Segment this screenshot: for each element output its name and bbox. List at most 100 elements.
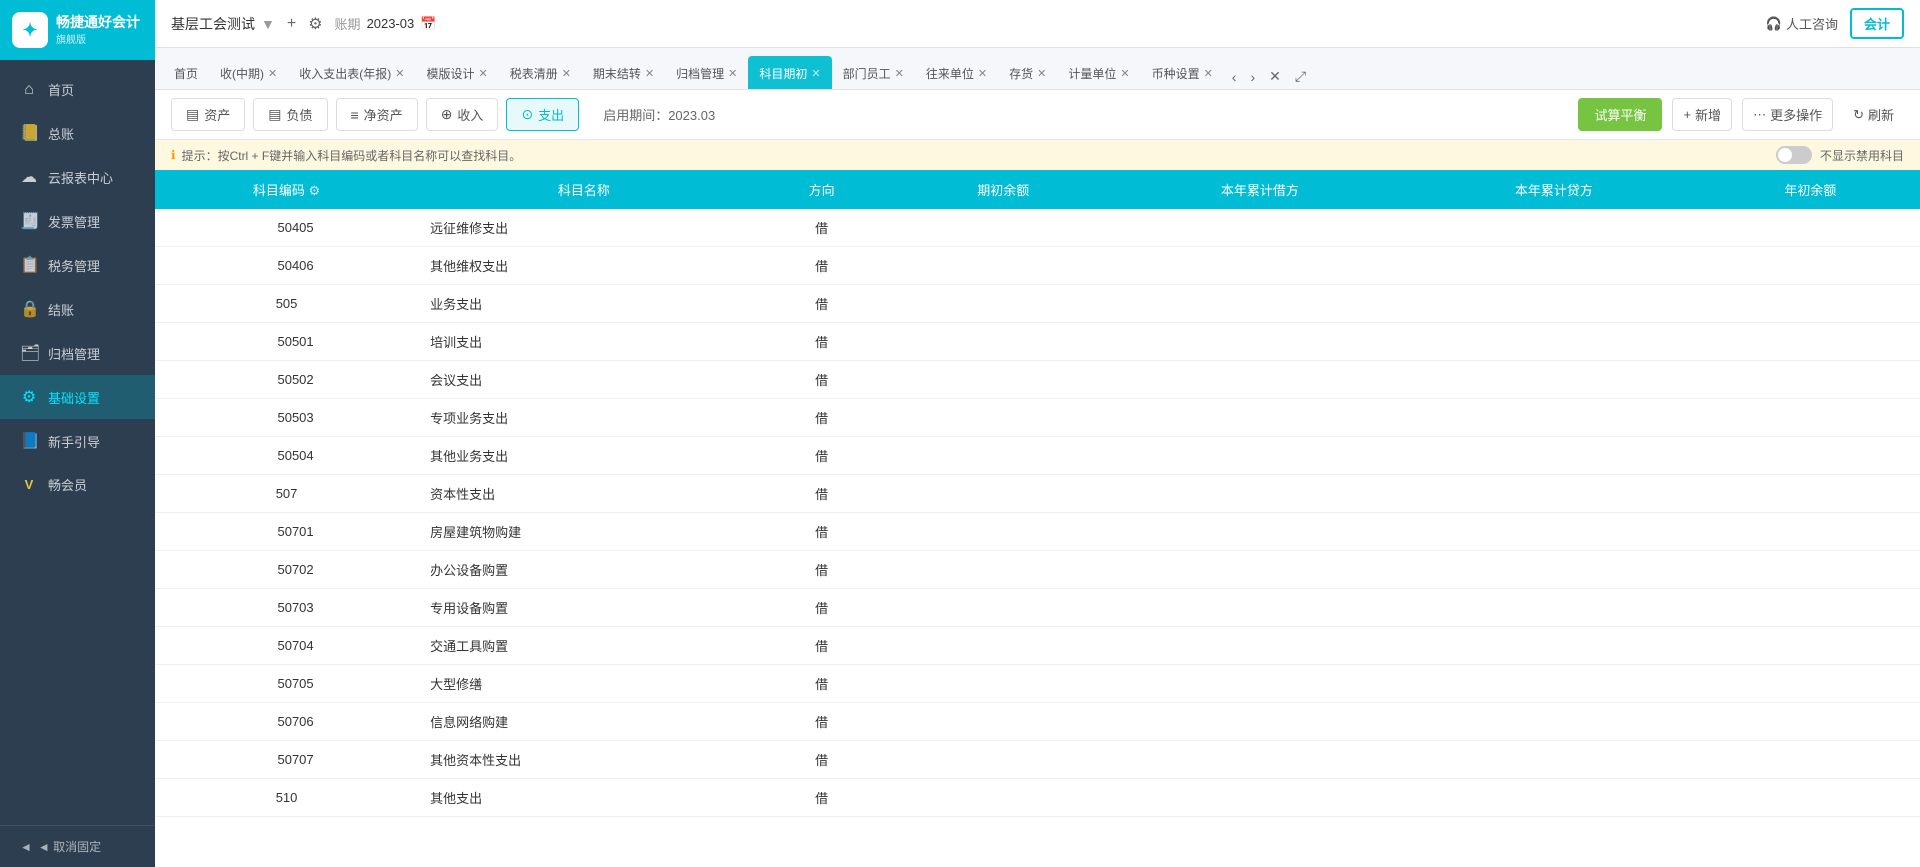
tab-currency[interactable]: 币种设置 ✕ xyxy=(1141,56,1224,90)
cell-opening xyxy=(894,285,1113,323)
cell-name: 资本性支出 xyxy=(418,475,749,513)
tab-next-btn[interactable]: › xyxy=(1244,65,1261,89)
sidebar-item-ledger[interactable]: 📒 总账 xyxy=(0,111,155,155)
notice-bar: ℹ 提示：按Ctrl + F键并输入科目编码或者科目名称可以查找科目。 不显示禁… xyxy=(155,140,1920,170)
table-row[interactable]: 505业务支出借 xyxy=(155,285,1920,323)
filter-tab-liability[interactable]: ▤ 负债 xyxy=(253,98,327,131)
column-settings-icon[interactable]: ⚙ xyxy=(309,183,321,198)
tab-department[interactable]: 部门员工 ✕ xyxy=(832,56,915,90)
settings-gear-icon[interactable]: ⚙ xyxy=(308,14,322,34)
tab-close-icon[interactable]: ✕ xyxy=(895,67,904,80)
table-row[interactable]: 50705大型修缮借 xyxy=(155,665,1920,703)
cell-year-start xyxy=(1701,399,1920,437)
cell-name: 办公设备购置 xyxy=(418,551,749,589)
table-row[interactable]: 507资本性支出借 xyxy=(155,475,1920,513)
table-row[interactable]: 50701房屋建筑物购建借 xyxy=(155,513,1920,551)
tab-close-icon[interactable]: ✕ xyxy=(978,67,987,80)
cell-direction: 借 xyxy=(750,779,894,817)
company-selector[interactable]: 基层工会测试 ▼ xyxy=(171,14,275,34)
sidebar-item-archive[interactable]: 🗂 归档管理 xyxy=(0,331,155,375)
filter-tab-expense[interactable]: ⊙ 支出 xyxy=(506,98,579,131)
tab-period-closing[interactable]: 期末结转 ✕ xyxy=(582,56,665,90)
tab-close-icon[interactable]: ✕ xyxy=(1037,67,1046,80)
calendar-icon[interactable]: 📅 xyxy=(420,16,436,32)
cell-ytd-credit xyxy=(1407,741,1701,779)
filter-tab-label: 收入 xyxy=(457,105,483,124)
tab-label: 科目期初 xyxy=(759,65,807,82)
sidebar-item-newbie[interactable]: 📘 新手引导 xyxy=(0,419,155,463)
home-icon: ⌂ xyxy=(20,81,38,99)
disabled-toggle[interactable] xyxy=(1776,146,1812,164)
sidebar-item-member[interactable]: V 畅会员 xyxy=(0,463,155,506)
tab-archive[interactable]: 归档管理 ✕ xyxy=(665,56,748,90)
cell-code: 50406 xyxy=(155,247,418,285)
table-row[interactable]: 50502会议支出借 xyxy=(155,361,1920,399)
tab-close-icon[interactable]: ✕ xyxy=(268,67,277,80)
calc-balance-btn[interactable]: 试算平衡 xyxy=(1578,98,1662,131)
table-row[interactable]: 50702办公设备购置借 xyxy=(155,551,1920,589)
table-row[interactable]: 50501培训支出借 xyxy=(155,323,1920,361)
tab-income-annual[interactable]: 收入支出表(年报) ✕ xyxy=(288,56,415,90)
table-row[interactable]: 50703专用设备购置借 xyxy=(155,589,1920,627)
cell-ytd-credit xyxy=(1407,285,1701,323)
sidebar-item-home[interactable]: ⌂ 首页 xyxy=(0,68,155,111)
cell-opening xyxy=(894,703,1113,741)
sidebar-nav: ⌂ 首页 📒 总账 ☁ 云报表中心 🧾 发票管理 📋 税务管理 🔒 结账 🗂 归… xyxy=(0,60,155,825)
table-row[interactable]: 50405远征维修支出借 xyxy=(155,209,1920,247)
tab-close-icon[interactable]: ✕ xyxy=(1120,67,1129,80)
cell-year-start xyxy=(1701,589,1920,627)
table-row[interactable]: 50504其他业务支出借 xyxy=(155,437,1920,475)
toggle-label: 不显示禁用科目 xyxy=(1820,147,1904,164)
refresh-icon: ↻ xyxy=(1853,107,1864,123)
filter-tab-income[interactable]: ⊕ 收入 xyxy=(426,98,499,131)
cell-code: 50502 xyxy=(155,361,418,399)
tab-close-icon[interactable]: ✕ xyxy=(395,67,404,80)
table-row[interactable]: 510其他支出借 xyxy=(155,779,1920,817)
sidebar-item-settings[interactable]: ⚙ 基础设置 xyxy=(0,375,155,419)
new-btn[interactable]: + 新增 xyxy=(1672,98,1732,131)
tab-close-icon[interactable]: ✕ xyxy=(645,67,654,80)
tab-template[interactable]: 模版设计 ✕ xyxy=(415,56,498,90)
tab-close-icon[interactable]: ✕ xyxy=(562,67,571,80)
add-company-btn[interactable]: + xyxy=(287,15,296,33)
tab-close-icon[interactable]: ✕ xyxy=(728,67,737,80)
tab-close-all-btn[interactable]: ✕ xyxy=(1263,64,1287,89)
cell-direction: 借 xyxy=(750,589,894,627)
tab-units[interactable]: 计量单位 ✕ xyxy=(1057,56,1140,90)
cell-year-start xyxy=(1701,323,1920,361)
tab-income-midterm[interactable]: 收(中期) ✕ xyxy=(209,56,288,90)
table-row[interactable]: 50707其他资本性支出借 xyxy=(155,741,1920,779)
sidebar-item-invoice[interactable]: 🧾 发票管理 xyxy=(0,199,155,243)
col-header-ytd-credit: 本年累计贷方 xyxy=(1407,170,1701,209)
notice-icon: ℹ xyxy=(171,148,176,162)
sidebar-collapse-btn[interactable]: ◄ ◄ 取消固定 xyxy=(0,825,155,867)
sidebar-item-tax[interactable]: 📋 税务管理 xyxy=(0,243,155,287)
more-actions-btn[interactable]: ⋯ 更多操作 xyxy=(1742,98,1833,131)
tab-close-icon[interactable]: ✕ xyxy=(1204,67,1213,80)
table-row[interactable]: 50406其他维权支出借 xyxy=(155,247,1920,285)
tab-subject-initial[interactable]: 科目期初 ✕ xyxy=(748,56,831,90)
period-value: 2023-03 xyxy=(367,16,415,31)
filter-tab-net-asset[interactable]: ≡ 净资产 xyxy=(336,98,418,131)
account-button[interactable]: 会计 xyxy=(1850,8,1904,39)
tab-contacts[interactable]: 往来单位 ✕ xyxy=(915,56,998,90)
table-row[interactable]: 50706信息网络购建借 xyxy=(155,703,1920,741)
cell-direction: 借 xyxy=(750,475,894,513)
refresh-btn[interactable]: ↻ 刷新 xyxy=(1843,99,1904,130)
tab-expand-btn[interactable]: ⤢ xyxy=(1289,64,1312,89)
support-button[interactable]: 🎧 人工咨询 xyxy=(1766,14,1838,33)
tab-tax-list[interactable]: 税表清册 ✕ xyxy=(499,56,582,90)
sidebar-item-closing[interactable]: 🔒 结账 xyxy=(0,287,155,331)
filter-tab-asset[interactable]: ▤ 资产 xyxy=(171,98,245,131)
cell-direction: 借 xyxy=(750,703,894,741)
tab-close-icon[interactable]: ✕ xyxy=(478,67,487,80)
tab-close-icon[interactable]: ✕ xyxy=(811,67,820,80)
table-row[interactable]: 50704交通工具购置借 xyxy=(155,627,1920,665)
sidebar-item-reports[interactable]: ☁ 云报表中心 xyxy=(0,155,155,199)
cell-ytd-debit xyxy=(1113,551,1407,589)
tab-inventory[interactable]: 存货 ✕ xyxy=(998,56,1057,90)
tab-prev-btn[interactable]: ‹ xyxy=(1226,65,1243,89)
table-row[interactable]: 50503专项业务支出借 xyxy=(155,399,1920,437)
tab-home[interactable]: 首页 xyxy=(163,56,209,90)
cell-ytd-debit xyxy=(1113,437,1407,475)
